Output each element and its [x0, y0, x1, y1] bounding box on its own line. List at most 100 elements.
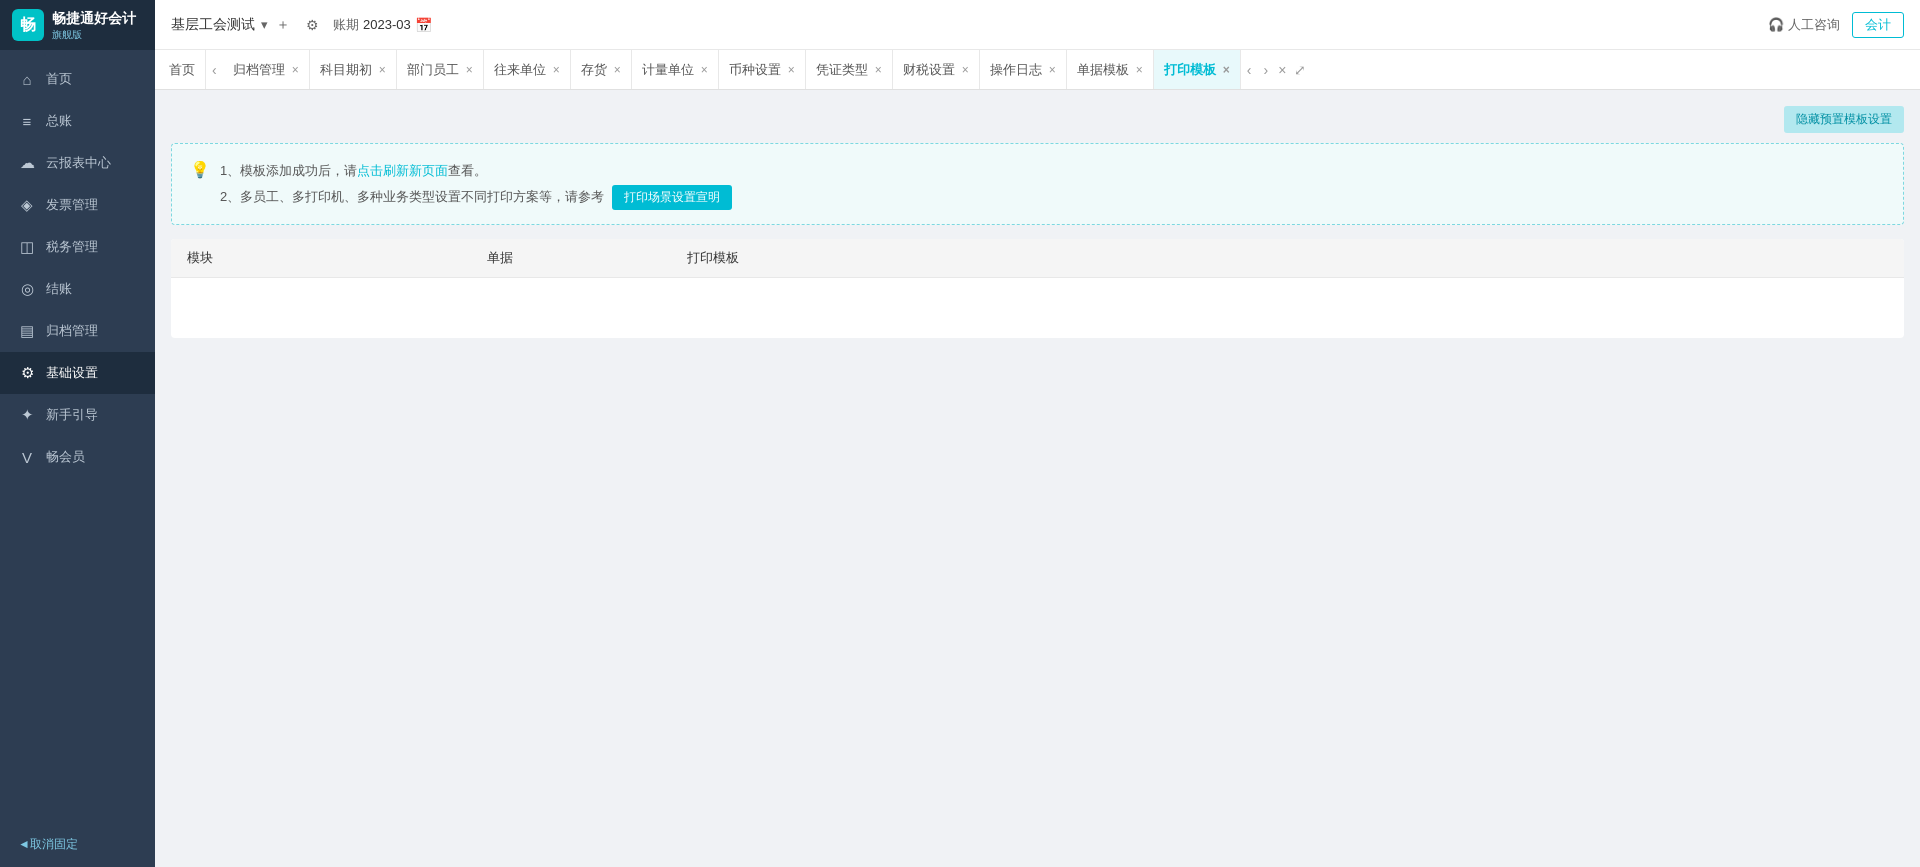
tab-bar: 首页 ‹ 归档管理 × 科目期初 × 部门员工 × 往来单位 × 存货 × 计量… — [155, 50, 1920, 90]
company-dropdown-icon[interactable]: ▾ — [261, 17, 268, 32]
tab-subject[interactable]: 科目期初 × — [310, 50, 397, 89]
sidebar-item-settings[interactable]: ⚙ 基础设置 — [0, 352, 155, 394]
invoice-icon: ◈ — [18, 196, 36, 214]
guide-icon: ✦ — [18, 406, 36, 424]
sidebar-item-label: 畅会员 — [46, 448, 85, 466]
tab-archive-close[interactable]: × — [292, 64, 299, 76]
sidebar-item-label: 结账 — [46, 280, 72, 298]
headset-icon: 🎧 — [1768, 17, 1784, 32]
sidebar-item-label: 云报表中心 — [46, 154, 111, 172]
support-label: 人工咨询 — [1788, 16, 1840, 34]
period-label: 账期 — [333, 16, 359, 34]
tab-unit-label: 计量单位 — [642, 61, 694, 79]
tab-template-close[interactable]: × — [1136, 64, 1143, 76]
tab-currency-label: 币种设置 — [729, 61, 781, 79]
tab-archive[interactable]: 归档管理 × — [223, 50, 310, 89]
tab-dept[interactable]: 部门员工 × — [397, 50, 484, 89]
unpin-label: ◄取消固定 — [18, 836, 78, 853]
account-button[interactable]: 会计 — [1852, 12, 1904, 38]
tab-voucher-label: 凭证类型 — [816, 61, 868, 79]
tab-partner-label: 往来单位 — [494, 61, 546, 79]
tab-subject-close[interactable]: × — [379, 64, 386, 76]
tab-subject-label: 科目期初 — [320, 61, 372, 79]
tab-currency-close[interactable]: × — [788, 64, 795, 76]
home-icon: ⌂ — [18, 71, 36, 88]
logo-main: 畅捷通好会计 — [52, 9, 136, 27]
tab-expand[interactable]: ⤢ — [1290, 62, 1310, 78]
tab-dept-close[interactable]: × — [466, 64, 473, 76]
tab-nav-back[interactable]: ‹ — [206, 62, 223, 78]
tab-partner[interactable]: 往来单位 × — [484, 50, 571, 89]
tab-oplog[interactable]: 操作日志 × — [980, 50, 1067, 89]
tab-printtemplate[interactable]: 打印模板 × — [1154, 50, 1241, 89]
tab-printtemplate-label: 打印模板 — [1164, 61, 1216, 79]
logo-sub: 旗舰版 — [52, 28, 136, 41]
tab-template-label: 单据模板 — [1077, 61, 1129, 79]
sidebar-item-label: 基础设置 — [46, 364, 98, 382]
sidebar-item-label: 总账 — [46, 112, 72, 130]
tab-taxset-close[interactable]: × — [962, 64, 969, 76]
hide-template-button[interactable]: 隐藏预置模板设置 — [1784, 106, 1904, 133]
ledger-icon: ≡ — [18, 113, 36, 130]
tab-taxset-label: 财税设置 — [903, 61, 955, 79]
tab-stock[interactable]: 存货 × — [571, 50, 632, 89]
main-area: 基层工会测试 ▾ ＋ ⚙ 账期 2023-03 📅 🎧 人工咨询 会计 首页 ‹… — [155, 0, 1920, 867]
tab-unit[interactable]: 计量单位 × — [632, 50, 719, 89]
tab-unit-close[interactable]: × — [701, 64, 708, 76]
sidebar-item-archive[interactable]: ▤ 归档管理 — [0, 310, 155, 352]
sidebar: 畅 畅捷通好会计 旗舰版 ⌂ 首页 ≡ 总账 ☁ 云报表中心 ◈ 发票管理 ◫ … — [0, 0, 155, 867]
sidebar-item-reports[interactable]: ☁ 云报表中心 — [0, 142, 155, 184]
notice-line2: 2、多员工、多打印机、多种业务类型设置不同打印方案等，请参考 打印场景设置宣明 — [220, 184, 732, 210]
tab-home-label: 首页 — [169, 61, 195, 79]
tab-oplog-close[interactable]: × — [1049, 64, 1056, 76]
settings-icon: ⚙ — [18, 364, 36, 382]
tab-stock-label: 存货 — [581, 61, 607, 79]
col-header-template: 打印模板 — [687, 249, 1888, 267]
settings-btn[interactable]: ⚙ — [298, 13, 327, 37]
notice-box: 💡 1、模板添加成功后，请点击刷新新页面查看。 2、多员工、多打印机、多种业务类… — [171, 143, 1904, 225]
sidebar-item-ledger[interactable]: ≡ 总账 — [0, 100, 155, 142]
tab-taxset[interactable]: 财税设置 × — [893, 50, 980, 89]
archive-icon: ▤ — [18, 322, 36, 340]
sidebar-item-label: 归档管理 — [46, 322, 98, 340]
hide-template-area: 隐藏预置模板设置 — [171, 106, 1904, 133]
notice-bulb-icon: 💡 — [190, 160, 210, 179]
add-tab-button[interactable]: ＋ — [268, 12, 298, 38]
period-value: 2023-03 — [363, 17, 411, 32]
notice-line2-prefix: 2、多员工、多打印机、多种业务类型设置不同打印方案等，请参考 — [220, 189, 604, 204]
tab-stock-close[interactable]: × — [614, 64, 621, 76]
sidebar-item-tax[interactable]: ◫ 税务管理 — [0, 226, 155, 268]
content-area: 隐藏预置模板设置 💡 1、模板添加成功后，请点击刷新新页面查看。 2、多员工、多… — [155, 90, 1920, 867]
tab-partner-close[interactable]: × — [553, 64, 560, 76]
sidebar-item-member[interactable]: V 畅会员 — [0, 436, 155, 478]
notice-refresh-link[interactable]: 点击刷新新页面 — [357, 163, 448, 178]
company-name: 基层工会测试 — [171, 16, 255, 34]
tab-voucher[interactable]: 凭证类型 × — [806, 50, 893, 89]
unpin-button[interactable]: ◄取消固定 — [0, 822, 155, 867]
tab-template[interactable]: 单据模板 × — [1067, 50, 1154, 89]
table-header: 模块 单据 打印模板 — [171, 239, 1904, 278]
app-logo: 畅 畅捷通好会计 旗舰版 — [0, 0, 155, 50]
tab-currency[interactable]: 币种设置 × — [719, 50, 806, 89]
tab-voucher-close[interactable]: × — [875, 64, 882, 76]
sidebar-item-label: 新手引导 — [46, 406, 98, 424]
notice-line1-prefix: 1、模板添加成功后，请 — [220, 163, 357, 178]
sidebar-item-label: 首页 — [46, 70, 72, 88]
sidebar-item-invoice[interactable]: ◈ 发票管理 — [0, 184, 155, 226]
col-header-doc: 单据 — [487, 249, 687, 267]
tab-dept-label: 部门员工 — [407, 61, 459, 79]
sidebar-item-home[interactable]: ⌂ 首页 — [0, 58, 155, 100]
sidebar-item-guide[interactable]: ✦ 新手引导 — [0, 394, 155, 436]
sidebar-item-label: 税务管理 — [46, 238, 98, 256]
tab-nav-next[interactable]: › — [1258, 62, 1275, 78]
support-button[interactable]: 🎧 人工咨询 — [1768, 16, 1840, 34]
tab-printtemplate-close[interactable]: × — [1223, 64, 1230, 76]
closing-icon: ◎ — [18, 280, 36, 298]
instruction-button[interactable]: 打印场景设置宣明 — [612, 185, 732, 210]
calendar-icon[interactable]: 📅 — [415, 17, 432, 33]
tab-home[interactable]: 首页 — [159, 50, 206, 89]
tab-nav-prev[interactable]: ‹ — [1241, 62, 1258, 78]
top-bar-right: 🎧 人工咨询 会计 — [1768, 12, 1904, 38]
sidebar-item-closing[interactable]: ◎ 结账 — [0, 268, 155, 310]
tab-close-all[interactable]: × — [1274, 62, 1290, 78]
